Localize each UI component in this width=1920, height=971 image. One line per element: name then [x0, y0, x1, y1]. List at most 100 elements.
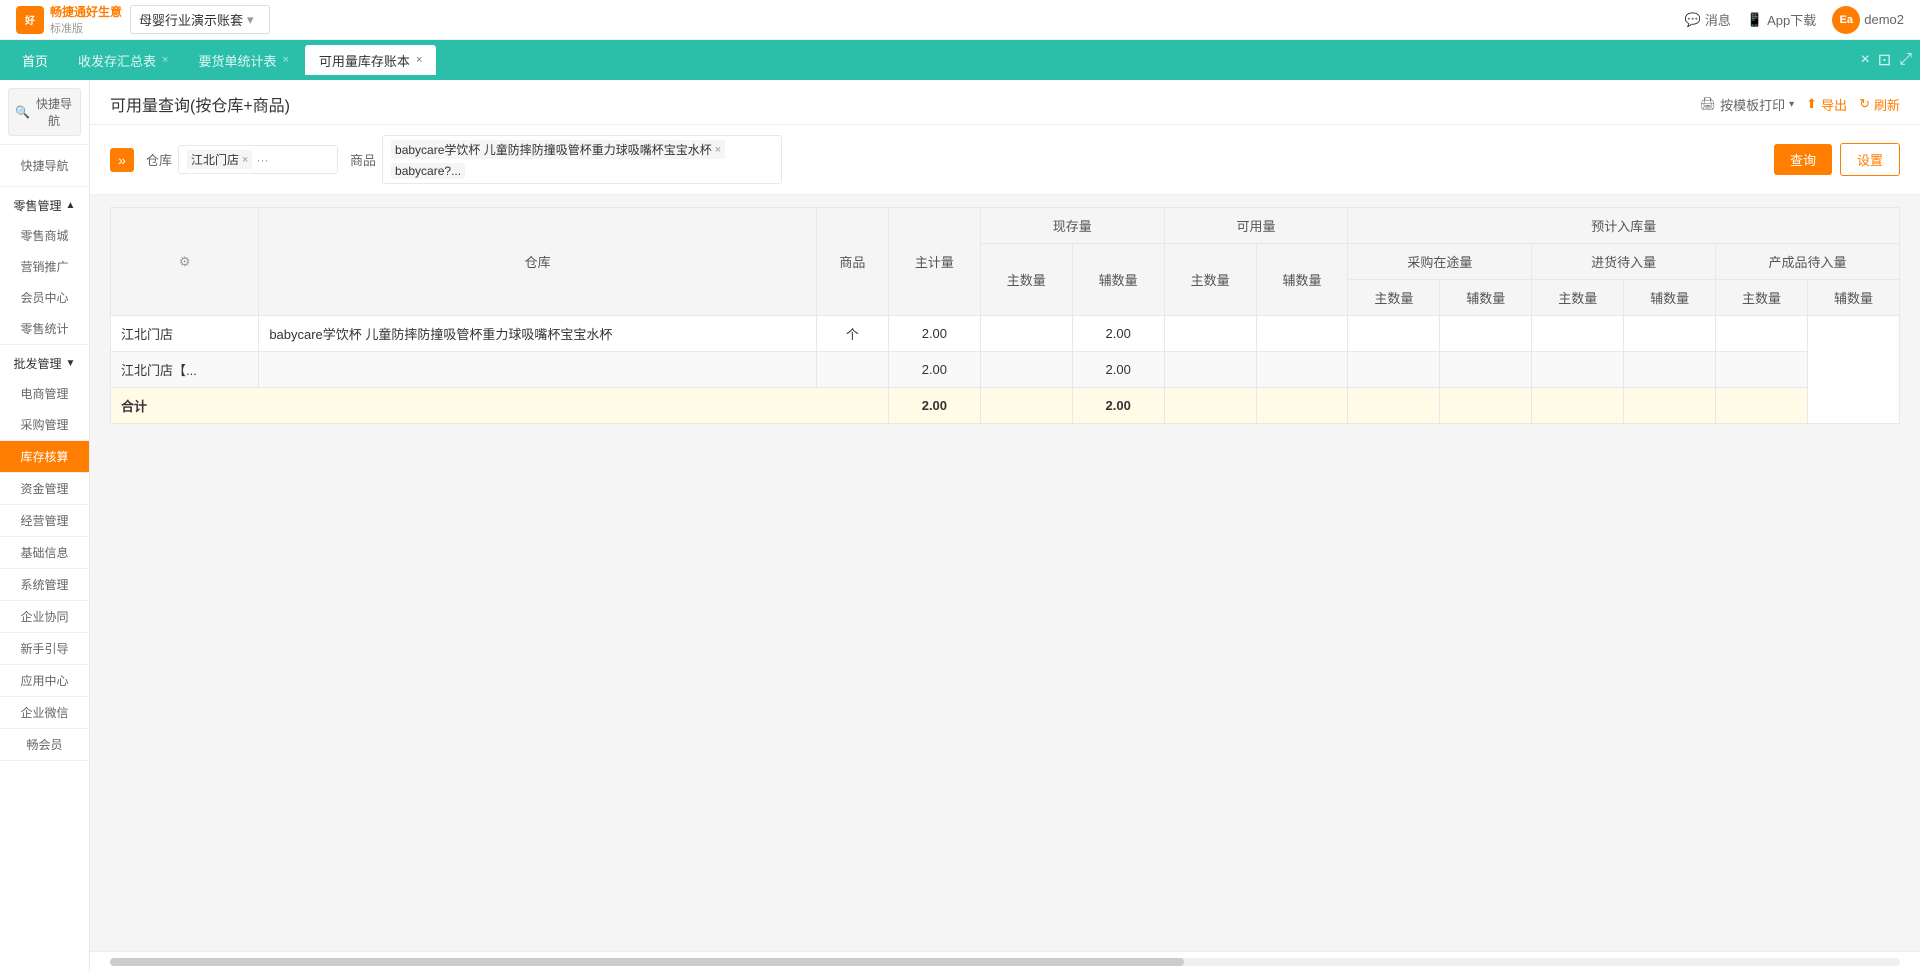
col-procurement-header: 采购在途量	[1348, 244, 1532, 280]
col-prod-main: 主数量	[1716, 280, 1808, 316]
scroll-track[interactable]	[110, 958, 1900, 966]
sidebar-section-basics: 基础信息	[0, 537, 89, 569]
maximize-btn[interactable]: ⤢	[1899, 51, 1912, 69]
tab-receive[interactable]: 收发存汇总表 ×	[64, 45, 182, 75]
sidebar-item-procurement[interactable]: 采购管理	[0, 409, 89, 440]
more-icon[interactable]: ···	[256, 153, 268, 167]
sidebar-item-member-center[interactable]: 会员中心	[0, 282, 89, 313]
top-bar-right: 💬 消息 📱 App下载 Ea demo2	[1685, 6, 1904, 34]
footer-incoming-main	[1440, 388, 1532, 424]
sidebar-retail-header[interactable]: 零售管理 ▲	[0, 187, 89, 220]
row-2-unit	[816, 352, 888, 388]
sidebar-item-finance[interactable]: 资金管理	[0, 473, 89, 504]
product-input[interactable]: babycare学饮杯 儿童防摔防撞吸管杯重力球吸嘴杯宝宝水杯 × babyca…	[382, 135, 782, 184]
tab-order[interactable]: 要货单统计表 ×	[184, 45, 302, 75]
sidebar-item-retail-promo[interactable]: 营销推广	[0, 251, 89, 282]
sidebar-item-app-center[interactable]: 应用中心	[0, 665, 89, 696]
sidebar-section-system: 系统管理	[0, 569, 89, 601]
sidebar-item-member[interactable]: 畅会员	[0, 729, 89, 760]
sidebar-wholesale-header[interactable]: 批发管理 ▼	[0, 345, 89, 378]
row-2-avail-main: 2.00	[1072, 352, 1164, 388]
query-button[interactable]: 查询	[1774, 144, 1832, 175]
sidebar-item-ecommerce[interactable]: 电商管理	[0, 378, 89, 409]
export-btn[interactable]: ⬆ 导出	[1806, 95, 1847, 114]
message-icon: 💬	[1685, 12, 1701, 28]
sidebar-item-system[interactable]: 系统管理	[0, 569, 89, 600]
warehouse-input[interactable]: 江北门店 × ···	[178, 145, 338, 174]
bottom-scrollbar	[90, 951, 1920, 971]
col-production-header: 产成品待入量	[1716, 244, 1900, 280]
tab-close-receive[interactable]: ×	[162, 54, 168, 66]
row-1-proc-aux	[1348, 316, 1440, 352]
row-2-current-main: 2.00	[888, 352, 980, 388]
restore-btn[interactable]: ⊡	[1878, 50, 1891, 70]
sidebar-section-retail: 零售管理 ▲ 零售商城 营销推广 会员中心 零售统计	[0, 187, 89, 345]
refresh-btn[interactable]: ↻ 刷新	[1859, 95, 1900, 114]
tab-home[interactable]: 首页	[8, 45, 62, 75]
row-2-warehouse: 江北门店【...	[111, 352, 259, 388]
search-menu-btn[interactable]: 🔍 快捷导航	[8, 88, 81, 136]
filter-actions: 查询 设置	[1774, 143, 1900, 176]
sidebar-item-newbie[interactable]: 新手引导	[0, 633, 89, 664]
sidebar-section-wechat: 企业微信	[0, 697, 89, 729]
sidebar-item-enterprise[interactable]: 企业协同	[0, 601, 89, 632]
sidebar-item-quick-nav[interactable]: 快捷导航	[0, 149, 89, 182]
row-1-product: babycare学饮杯 儿童防摔防撞吸管杯重力球吸嘴杯宝宝水杯	[259, 316, 817, 352]
row-1-avail-aux	[1164, 316, 1256, 352]
tab-close-order[interactable]: ×	[282, 54, 288, 66]
col-current-stock-header: 现存量	[980, 208, 1164, 244]
col-product-header: 商品	[816, 208, 888, 316]
product-label: 商品	[350, 150, 376, 169]
settings-button[interactable]: 设置	[1840, 143, 1900, 176]
row-2-prod-main	[1624, 352, 1716, 388]
tab-close-available[interactable]: ×	[416, 54, 422, 66]
sidebar-section-finance: 资金管理	[0, 473, 89, 505]
footer-prod-main	[1624, 388, 1716, 424]
col-warehouse-header: 仓库	[259, 208, 817, 316]
tab-available[interactable]: 可用量库存账本 ×	[305, 45, 436, 75]
sidebar-section-wholesale: 批发管理 ▼ 电商管理 采购管理	[0, 345, 89, 441]
warehouse-tag-close[interactable]: ×	[242, 154, 248, 166]
search-icon: 🔍	[15, 105, 30, 119]
row-2-product	[259, 352, 817, 388]
row-1-current-aux	[980, 316, 1072, 352]
table-row: 江北门店 babycare学饮杯 儿童防摔防撞吸管杯重力球吸嘴杯宝宝水杯 个 2…	[111, 316, 1900, 352]
warehouse-tag: 江北门店 ×	[187, 150, 252, 169]
expand-filter-btn[interactable]: »	[110, 148, 134, 172]
tenant-selector[interactable]: 母婴行业演示账套 ▾	[130, 5, 270, 34]
refresh-icon: ↻	[1859, 96, 1870, 112]
user-area[interactable]: Ea demo2	[1832, 6, 1904, 34]
col-incoming-main: 主数量	[1532, 280, 1624, 316]
content-area: 可用量查询(按仓库+商品) 🖨 按模板打印 ▾ ⬆ 导出 ↻ 刷新	[90, 80, 1920, 971]
sidebar-item-retail-stats[interactable]: 零售统计	[0, 313, 89, 344]
template-badge: 标准版	[50, 20, 122, 36]
app-download-btn[interactable]: 📱 App下载	[1747, 10, 1816, 29]
tab-bar: 首页 收发存汇总表 × 要货单统计表 × 可用量库存账本 × × ⊡ ⤢	[0, 40, 1920, 80]
col-incoming-aux: 辅数量	[1624, 280, 1716, 316]
sidebar-item-basics[interactable]: 基础信息	[0, 537, 89, 568]
template-print-btn[interactable]: 🖨 按模板打印 ▾	[1700, 95, 1795, 114]
col-avail-aux: 辅数量	[1256, 244, 1348, 316]
sidebar: 🔍 快捷导航 快捷导航 零售管理 ▲ 零售商城 营销推广 会员中心	[0, 80, 90, 971]
product-tag-1-close[interactable]: ×	[715, 144, 721, 156]
footer-incoming-aux	[1532, 388, 1624, 424]
tab-bar-actions: × ⊡ ⤢	[1860, 50, 1912, 70]
scroll-thumb[interactable]	[110, 958, 1184, 966]
sidebar-nav: 快捷导航	[0, 145, 89, 187]
filter-bar: » 仓库 江北门店 × ··· 商品 babycare学饮杯 儿童防摔防撞吸管杯…	[90, 125, 1920, 195]
sidebar-item-retail-mall[interactable]: 零售商城	[0, 220, 89, 251]
top-bar: 好 畅捷通好生意 标准版 母婴行业演示账套 ▾ 💬 消息 📱 App下载 Ea …	[0, 0, 1920, 40]
message-btn[interactable]: 💬 消息	[1685, 10, 1731, 29]
close-all-tabs-btn[interactable]: ×	[1860, 51, 1869, 69]
chevron-icon: ▲	[66, 200, 76, 211]
row-1-current-main: 2.00	[888, 316, 980, 352]
sidebar-item-wechat[interactable]: 企业微信	[0, 697, 89, 728]
sidebar-item-inventory[interactable]: 库存核算	[0, 441, 89, 472]
sidebar-item-operations[interactable]: 经营管理	[0, 505, 89, 536]
settings-icon[interactable]: ⚙	[179, 254, 191, 269]
sidebar-section-app-center: 应用中心	[0, 665, 89, 697]
warehouse-filter-group: 仓库 江北门店 × ···	[146, 145, 338, 174]
footer-current-main: 2.00	[888, 388, 980, 424]
col-unit-header: 主计量	[888, 208, 980, 316]
logo-text: 畅捷通好生意 标准版	[50, 3, 122, 36]
